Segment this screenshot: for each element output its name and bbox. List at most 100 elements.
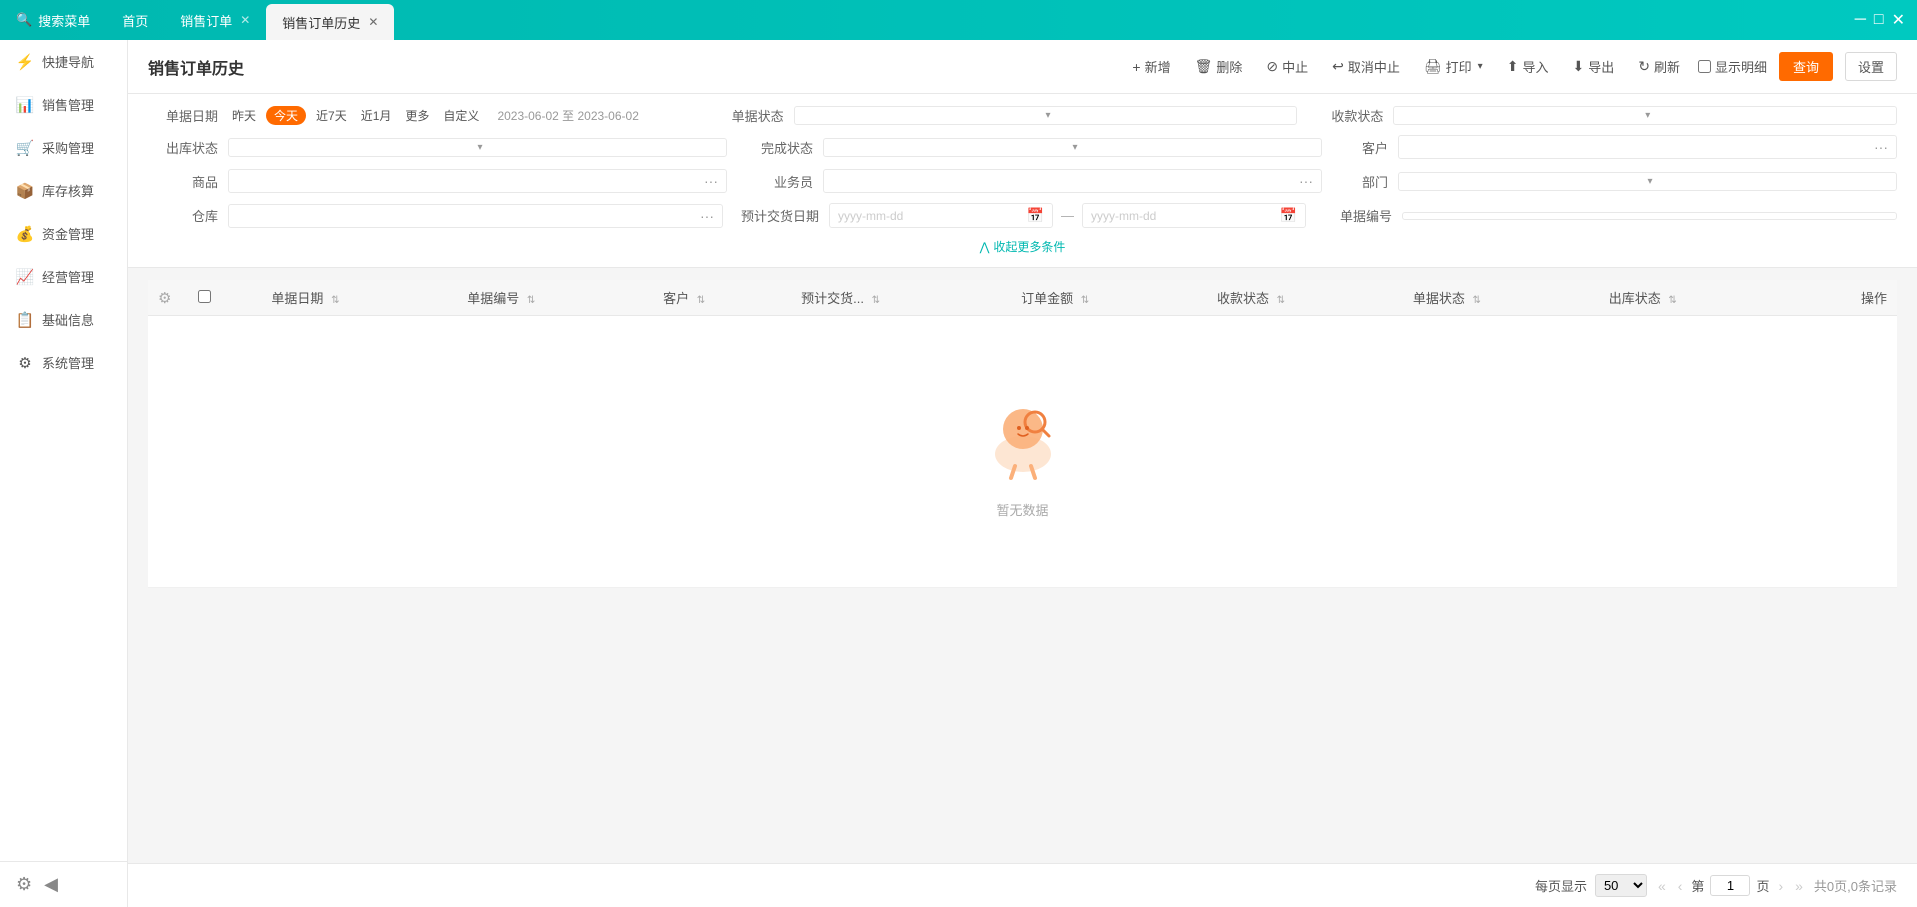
col-payment-status-sort[interactable]: ⇅ — [1277, 295, 1285, 306]
toolbar: + 新增 🗑 删除 ⊘ 中止 ↩ 取消中止 — [1126, 52, 1897, 81]
stop-icon: ⊘ — [1266, 58, 1278, 75]
sidebar-item-basic-info[interactable]: 📋 基础信息 — [0, 298, 127, 341]
export-button[interactable]: ⬇ 导出 — [1566, 53, 1620, 80]
col-date-sort[interactable]: ⇅ — [331, 295, 339, 306]
col-number-sort[interactable]: ⇅ — [527, 295, 535, 306]
tab-home-label: 首页 — [122, 11, 148, 30]
order-status-select[interactable]: ▾ — [794, 106, 1298, 125]
print-label: 打印 — [1446, 57, 1472, 76]
data-table: ⚙ 单据日期 ⇅ 单据编号 ⇅ — [148, 280, 1897, 588]
col-operation: 操作 — [1795, 280, 1897, 316]
salesperson-ellipsis[interactable]: ··· — [1299, 173, 1313, 189]
collapse-button[interactable]: ⋀ 收起更多条件 — [148, 238, 1897, 255]
payment-status-select[interactable]: ▾ — [1393, 106, 1897, 125]
sidebar: ⚡ 快捷导航 📊 销售管理 🛒 采购管理 📦 库存核算 💰 资金管理 📈 经营管… — [0, 40, 128, 907]
settings-button[interactable]: 设置 — [1845, 52, 1897, 81]
sidebar-item-purchase-label: 采购管理 — [42, 138, 94, 157]
tab-sales-order-history-close[interactable]: ✕ — [368, 15, 378, 29]
warehouse-input[interactable]: ··· — [228, 204, 723, 228]
purchase-icon: 🛒 — [16, 139, 34, 157]
col-order-status-sort[interactable]: ⇅ — [1472, 295, 1480, 306]
product-input[interactable]: ··· — [228, 169, 727, 193]
delete-button[interactable]: 🗑 删除 — [1189, 53, 1249, 80]
tab-home[interactable]: 首页 — [106, 0, 164, 40]
query-button[interactable]: 查询 — [1779, 52, 1833, 81]
payment-status-arrow: ▾ — [1645, 110, 1888, 121]
order-status-arrow: ▾ — [1046, 110, 1289, 121]
stop-button[interactable]: ⊘ 中止 — [1260, 53, 1314, 80]
refresh-button[interactable]: ↻ 刷新 — [1632, 53, 1686, 80]
calendar-end-icon[interactable]: 📅 — [1280, 207, 1297, 224]
tab-sales-order-history[interactable]: 销售订单历史 ✕ — [266, 4, 394, 40]
first-page-btn[interactable]: « — [1655, 878, 1669, 894]
delivery-status-arrow: ▾ — [478, 142, 719, 153]
current-page-input[interactable] — [1710, 875, 1750, 896]
date-more[interactable]: 更多 — [401, 106, 433, 125]
complete-status-select[interactable]: ▾ — [823, 138, 1322, 157]
date-yesterday[interactable]: 昨天 — [228, 106, 260, 125]
date-custom[interactable]: 自定义 — [439, 106, 483, 125]
page-total: 共0页,0条记录 — [1814, 876, 1897, 895]
order-status-label: 单据状态 — [714, 106, 794, 125]
customer-ellipsis[interactable]: ··· — [1874, 139, 1888, 155]
tab-sales-order[interactable]: 销售订单 ✕ — [164, 0, 266, 40]
calendar-start-icon[interactable]: 📅 — [1027, 207, 1044, 224]
expected-date-end[interactable]: yyyy-mm-dd 📅 — [1082, 203, 1306, 228]
col-expected-delivery-sort[interactable]: ⇅ — [872, 295, 880, 306]
date-today[interactable]: 今天 — [266, 106, 306, 125]
sidebar-item-sales[interactable]: 📊 销售管理 — [0, 83, 127, 126]
sidebar-item-inventory[interactable]: 📦 库存核算 — [0, 169, 127, 212]
last-page-btn[interactable]: » — [1792, 878, 1806, 894]
import-button[interactable]: ⬆ 导入 — [1501, 53, 1555, 80]
close-window-icon[interactable]: ✕ — [1892, 10, 1905, 30]
col-number: 单据编号 ⇅ — [457, 280, 653, 316]
col-payment-status: 收款状态 ⇅ — [1207, 280, 1403, 316]
sidebar-settings-icon[interactable]: ⚙ — [16, 874, 32, 895]
tab-sales-order-close[interactable]: ✕ — [240, 13, 250, 27]
maximize-icon[interactable]: □ — [1874, 11, 1884, 29]
payment-status-label: 收款状态 — [1313, 106, 1393, 125]
display-detail-input[interactable] — [1698, 60, 1711, 73]
search-menu-tab[interactable]: 🔍 搜索菜单 — [0, 3, 106, 38]
sidebar-item-operations-label: 经营管理 — [42, 267, 94, 286]
stop-label: 中止 — [1282, 57, 1308, 76]
prev-page-btn[interactable]: ‹ — [1675, 878, 1686, 894]
date-7days[interactable]: 近7天 — [312, 106, 351, 125]
page-header: 销售订单历史 + 新增 🗑 删除 ⊘ 中止 ↩ — [128, 40, 1917, 94]
sidebar-item-purchase[interactable]: 🛒 采购管理 — [0, 126, 127, 169]
col-customer-sort[interactable]: ⇅ — [697, 295, 705, 306]
sidebar-item-system[interactable]: ⚙ 系统管理 — [0, 341, 127, 384]
print-button[interactable]: 🖨 打印 ▾ — [1418, 53, 1489, 80]
delivery-status-select[interactable]: ▾ — [228, 138, 727, 157]
table-settings-icon[interactable]: ⚙ — [158, 290, 171, 307]
expected-date-start[interactable]: yyyy-mm-dd 📅 — [829, 203, 1053, 228]
sidebar-item-operations[interactable]: 📈 经营管理 — [0, 255, 127, 298]
minimize-icon[interactable]: ─ — [1855, 11, 1866, 29]
product-ellipsis[interactable]: ··· — [704, 173, 718, 189]
date-1month[interactable]: 近1月 — [357, 106, 396, 125]
sidebar-collapse-icon[interactable]: ◀ — [44, 874, 58, 895]
warehouse-ellipsis[interactable]: ··· — [700, 208, 714, 224]
department-select[interactable]: ▾ — [1398, 172, 1897, 191]
salesperson-label: 业务员 — [743, 172, 823, 191]
sidebar-item-finance-label: 资金管理 — [42, 224, 94, 243]
col-delivery-status-sort[interactable]: ⇅ — [1668, 295, 1676, 306]
sidebar-bottom: ⚙ ◀ — [0, 861, 127, 907]
department-label: 部门 — [1338, 172, 1398, 191]
collapse-label: 收起更多条件 — [993, 238, 1065, 255]
next-page-btn[interactable]: › — [1775, 878, 1786, 894]
customer-input[interactable]: ··· — [1398, 135, 1897, 159]
cancel-stop-button[interactable]: ↩ 取消中止 — [1326, 53, 1406, 80]
col-order-amount-sort[interactable]: ⇅ — [1081, 295, 1089, 306]
checkbox-col — [188, 280, 261, 316]
sidebar-item-quick-nav[interactable]: ⚡ 快捷导航 — [0, 40, 127, 83]
display-detail-checkbox[interactable]: 显示明细 — [1698, 57, 1767, 76]
page-size-select[interactable]: 20 50 100 200 — [1595, 874, 1647, 897]
order-number-input[interactable] — [1402, 212, 1897, 220]
new-button[interactable]: + 新增 — [1126, 53, 1176, 80]
select-all-checkbox[interactable] — [198, 290, 211, 303]
salesperson-input[interactable]: ··· — [823, 169, 1322, 193]
inventory-icon: 📦 — [16, 182, 34, 200]
sidebar-item-finance[interactable]: 💰 资金管理 — [0, 212, 127, 255]
empty-text: 暂无数据 — [996, 500, 1048, 519]
